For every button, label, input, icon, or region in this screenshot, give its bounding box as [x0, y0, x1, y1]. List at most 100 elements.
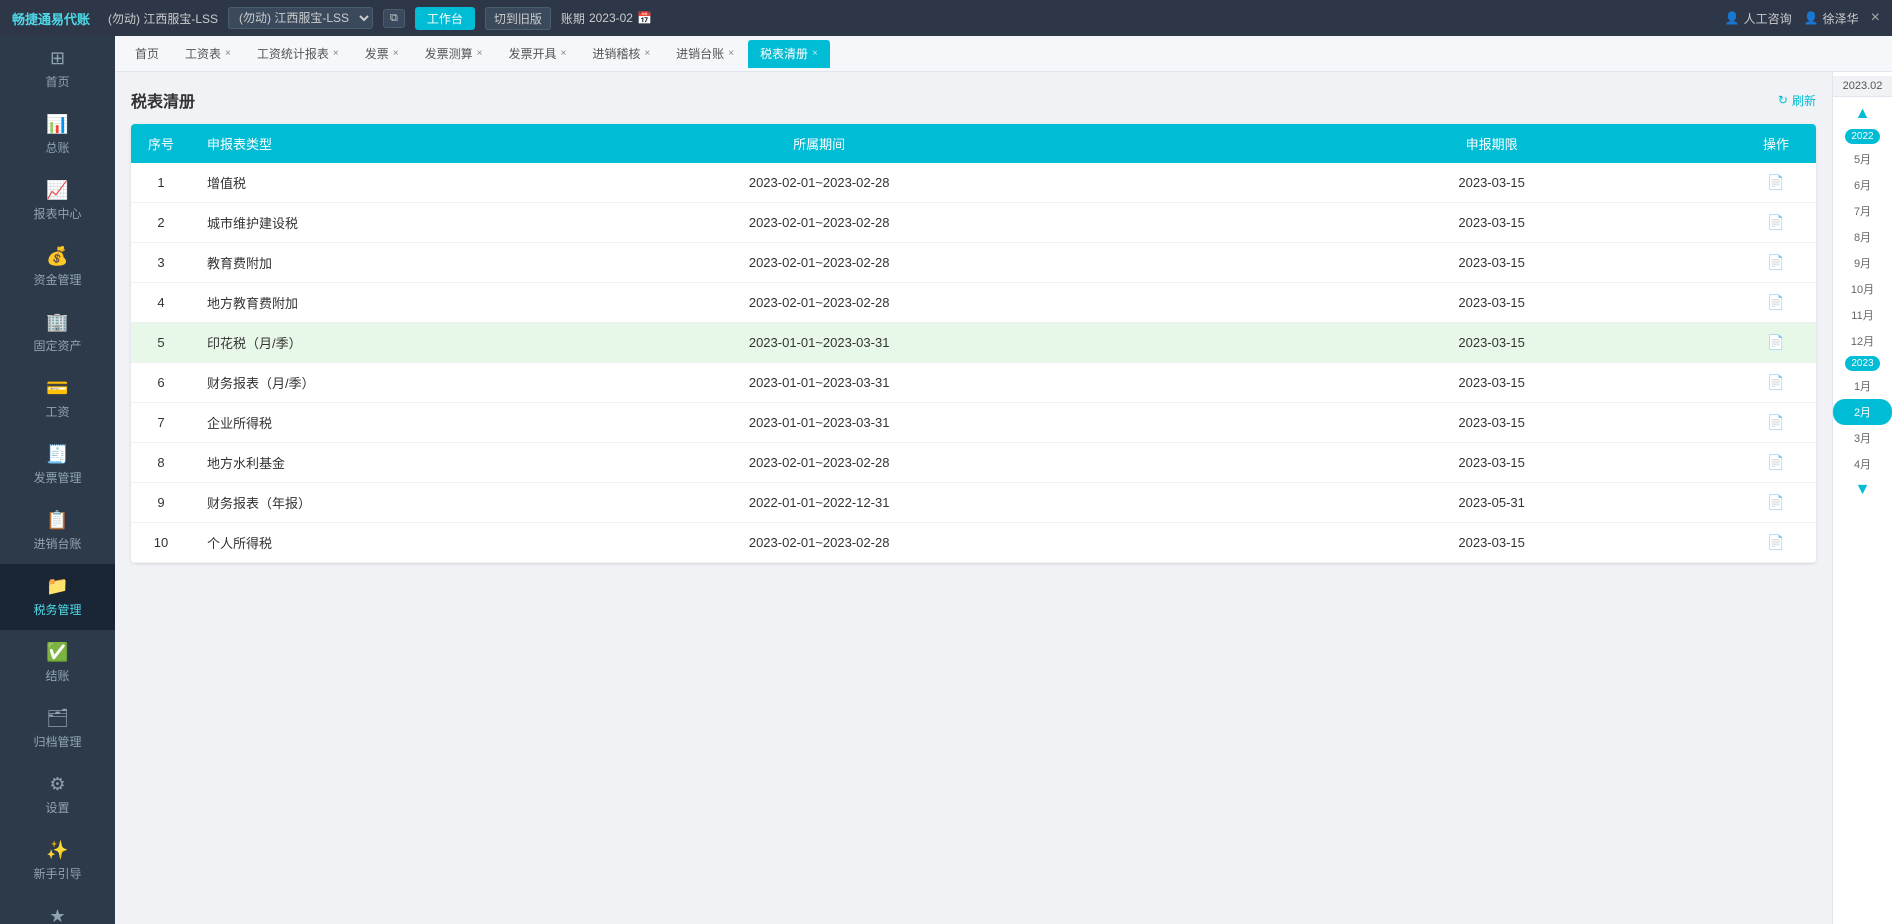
tab-tax-clear[interactable]: 税表清册×: [748, 40, 830, 68]
cell-action[interactable]: 📄: [1736, 523, 1816, 563]
tab-close-invoice-open[interactable]: ×: [560, 48, 566, 59]
sidebar-item-fund[interactable]: 💰资金管理: [0, 234, 115, 300]
main-panel: 税表清册 ↻ 刷新 序号申报表类型所属期间申报期限操作 1增: [115, 72, 1832, 924]
tab-wage-table[interactable]: 工资表×: [173, 40, 243, 68]
tab-invoice[interactable]: 发票×: [353, 40, 411, 68]
sidebar-item-invoice[interactable]: 🧾发票管理: [0, 432, 115, 498]
cell-deadline: 2023-05-31: [1247, 483, 1736, 523]
year-badge-2023[interactable]: 2023: [1845, 356, 1879, 371]
tab-close-purchase-audit[interactable]: ×: [644, 48, 650, 59]
sidebar-item-report[interactable]: 📈报表中心: [0, 168, 115, 234]
action-icon-2[interactable]: 📄: [1767, 214, 1784, 230]
cell-action[interactable]: 📄: [1736, 403, 1816, 443]
sidebar-label-wage: 工资: [45, 403, 69, 420]
action-icon-4[interactable]: 📄: [1767, 294, 1784, 310]
page-header: 税表清册 ↻ 刷新: [131, 88, 1816, 112]
workspace-button[interactable]: 工作台: [415, 7, 475, 30]
timeline-month-2022-10月[interactable]: 10月: [1833, 276, 1892, 302]
sidebar-item-fixed[interactable]: 🏢固定资产: [0, 300, 115, 366]
timeline-month-2022-8月[interactable]: 8月: [1833, 224, 1892, 250]
cell-action[interactable]: 📄: [1736, 443, 1816, 483]
sidebar-item-ledger[interactable]: 📊总账: [0, 102, 115, 168]
timeline-month-2022-9月[interactable]: 9月: [1833, 250, 1892, 276]
tab-close-tax-clear[interactable]: ×: [812, 48, 818, 59]
copy-button[interactable]: ⧉: [383, 9, 405, 28]
tab-label-invoice-open: 发票开具: [508, 45, 556, 62]
cell-action[interactable]: 📄: [1736, 323, 1816, 363]
tab-close-wage-stat[interactable]: ×: [333, 48, 339, 59]
action-icon-5[interactable]: 📄: [1767, 334, 1784, 350]
tab-wage-stat[interactable]: 工资统计报表 ×: [245, 40, 351, 68]
action-icon-3[interactable]: 📄: [1767, 254, 1784, 270]
year-badge-2022[interactable]: 2022: [1845, 129, 1879, 144]
tab-purchase-ledger[interactable]: 进销台账 ×: [664, 40, 746, 68]
tab-label-purchase-ledger: 进销台账: [676, 45, 724, 62]
timeline-month-2022-11月[interactable]: 11月: [1833, 302, 1892, 328]
user-info[interactable]: 👤 徐泽华: [1804, 10, 1859, 27]
sidebar-item-guide[interactable]: ✨新手引导: [0, 828, 115, 894]
timeline-month-2023-1月[interactable]: 1月: [1833, 373, 1892, 399]
app-logo: 畅捷通易代账: [12, 9, 90, 28]
tab-close-wage-table[interactable]: ×: [225, 48, 231, 59]
sidebar-item-purchase[interactable]: 📋进销台账: [0, 498, 115, 564]
sidebar-item-tax[interactable]: 📁税务管理: [0, 564, 115, 630]
action-icon-9[interactable]: 📄: [1767, 494, 1784, 510]
timeline-month-2022-7月[interactable]: 7月: [1833, 198, 1892, 224]
action-icon-1[interactable]: 📄: [1767, 174, 1784, 190]
action-icon-10[interactable]: 📄: [1767, 534, 1784, 550]
sidebar-item-settle[interactable]: ✅结账: [0, 630, 115, 696]
sidebar-item-wage[interactable]: 💳工资: [0, 366, 115, 432]
service-button[interactable]: 👤 人工咨询: [1725, 10, 1792, 27]
table-row: 4地方教育费附加2023-02-01~2023-02-282023-03-15📄: [131, 283, 1816, 323]
timeline-month-2022-5月[interactable]: 5月: [1833, 146, 1892, 172]
table-row: 9财务报表（年报）2022-01-01~2022-12-312023-05-31…: [131, 483, 1816, 523]
sidebar-label-fixed: 固定资产: [33, 337, 81, 354]
cell-action[interactable]: 📄: [1736, 203, 1816, 243]
cell-action[interactable]: 📄: [1736, 483, 1816, 523]
action-icon-8[interactable]: 📄: [1767, 454, 1784, 470]
timeline-month-2023-4月[interactable]: 4月: [1833, 451, 1892, 477]
company-dropdown[interactable]: (勿动) 江西服宝-LSS: [228, 7, 373, 29]
table-row: 8地方水利基金2023-02-01~2023-02-282023-03-15📄: [131, 443, 1816, 483]
close-button[interactable]: ×: [1871, 9, 1880, 27]
col-申报期限: 申报期限: [1247, 124, 1736, 163]
timeline-down-arrow[interactable]: ▼: [1855, 477, 1871, 503]
top-bar-right: 👤 人工咨询 👤 徐泽华 ×: [1725, 9, 1880, 27]
member-icon: ★: [49, 906, 65, 924]
action-icon-6[interactable]: 📄: [1767, 374, 1784, 390]
tab-label-wage-stat: 工资统计报表: [257, 45, 329, 62]
cell-type: 个人所得税: [191, 523, 391, 563]
tab-purchase-audit[interactable]: 进销稽核 ×: [580, 40, 662, 68]
tab-close-purchase-ledger[interactable]: ×: [728, 48, 734, 59]
ledger-icon: 📊: [46, 114, 68, 135]
action-icon-7[interactable]: 📄: [1767, 414, 1784, 430]
timeline-month-2022-12月[interactable]: 12月: [1833, 328, 1892, 354]
cell-action[interactable]: 📄: [1736, 243, 1816, 283]
sidebar-label-purchase: 进销台账: [33, 535, 81, 552]
sidebar-item-archive[interactable]: 🗂归档管理: [0, 696, 115, 762]
tab-home[interactable]: 首页: [123, 41, 171, 66]
cell-action[interactable]: 📄: [1736, 283, 1816, 323]
sidebar-item-member[interactable]: ★畅会员: [0, 894, 115, 924]
sidebar-label-settle: 结账: [45, 667, 69, 684]
tab-invoice-calc[interactable]: 发票测算×: [413, 40, 495, 68]
cell-type: 财务报表（年报）: [191, 483, 391, 523]
switch-button[interactable]: 切到旧版: [485, 7, 551, 30]
sidebar-item-settings[interactable]: ⚙设置: [0, 762, 115, 828]
tab-close-invoice-calc[interactable]: ×: [477, 48, 483, 59]
cell-type: 增值税: [191, 163, 391, 203]
tab-invoice-open[interactable]: 发票开具 ×: [496, 40, 578, 68]
timeline-header: 2023.02: [1833, 76, 1892, 97]
timeline-up-arrow[interactable]: ▲: [1855, 101, 1871, 127]
tab-label-purchase-audit: 进销稽核: [592, 45, 640, 62]
tab-close-invoice[interactable]: ×: [393, 48, 399, 59]
cell-action[interactable]: 📄: [1736, 163, 1816, 203]
timeline-month-2022-6月[interactable]: 6月: [1833, 172, 1892, 198]
sidebar-item-home[interactable]: ⊞首页: [0, 36, 115, 102]
cell-action[interactable]: 📄: [1736, 363, 1816, 403]
refresh-button[interactable]: ↻ 刷新: [1778, 92, 1816, 109]
cell-period: 2023-02-01~2023-02-28: [391, 443, 1247, 483]
timeline-month-active[interactable]: 2月: [1833, 399, 1892, 425]
timeline-month-2023-3月[interactable]: 3月: [1833, 425, 1892, 451]
cell-deadline: 2023-03-15: [1247, 363, 1736, 403]
